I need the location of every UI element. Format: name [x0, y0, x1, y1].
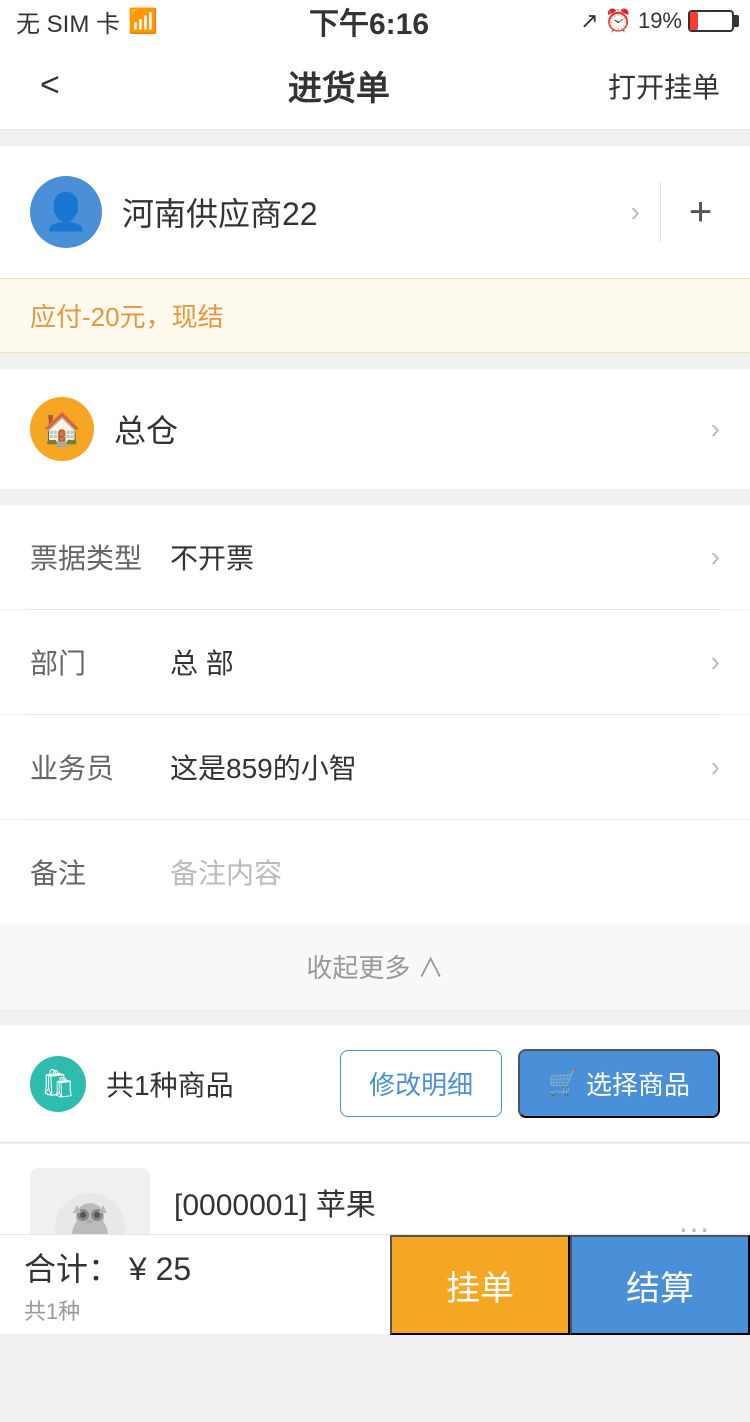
select-product-button[interactable]: 🛒 选择商品	[518, 1049, 720, 1118]
product-id: [0000001]	[174, 1189, 307, 1222]
dept-label: 部门	[30, 642, 170, 682]
product-title: 苹果	[316, 1189, 376, 1222]
nav-bar: < 进货单 打开挂单	[0, 42, 750, 130]
divider-3	[0, 489, 750, 505]
top-divider	[0, 130, 750, 146]
checkout-button[interactable]: 结算	[570, 1235, 750, 1335]
status-bar: 无 SIM 卡 📶 下午6:16 ↗ ⏰ 19%	[0, 0, 750, 42]
staff-row[interactable]: 业务员 这是859的小智 ›	[0, 715, 750, 819]
supplier-avatar: 👤	[30, 176, 102, 248]
divider-2	[0, 353, 750, 369]
product-name: [0000001] 苹果	[174, 1180, 668, 1224]
dept-value: 总 部	[170, 642, 701, 682]
staff-label: 业务员	[30, 747, 170, 787]
total-value: ¥ 25	[129, 1251, 191, 1287]
supplier-chevron-icon: ›	[631, 196, 640, 228]
wifi-icon: 📶	[128, 7, 158, 36]
location-icon: ↗	[580, 8, 598, 34]
total-section: 合计： ¥ 25 共1种	[0, 1235, 390, 1334]
alarm-icon: ⏰	[605, 8, 632, 34]
total-count: 共1种	[24, 1294, 366, 1326]
supplier-info-banner: 应付-20元，现结	[0, 278, 750, 353]
warehouse-chevron-icon: ›	[711, 413, 720, 445]
bottom-bar: 合计： ¥ 25 共1种 挂单 结算	[0, 1234, 750, 1334]
warehouse-name: 总仓	[114, 406, 701, 452]
battery-icon	[688, 10, 734, 32]
dept-chevron-icon: ›	[711, 646, 720, 678]
divider-products	[0, 1142, 750, 1143]
invoice-type-value: 不开票	[170, 537, 701, 577]
total-label: 合计：	[24, 1251, 120, 1287]
add-supplier-button[interactable]: +	[660, 182, 720, 242]
invoice-type-label: 票据类型	[30, 537, 170, 577]
warehouse-row[interactable]: 🏠 总仓 ›	[0, 369, 750, 489]
status-time: 下午6:16	[309, 0, 429, 43]
page-title: 进货单	[288, 61, 390, 110]
collapse-button[interactable]: 收起更多 ∧	[0, 924, 750, 1009]
carrier-label: 无 SIM 卡	[16, 4, 120, 39]
products-header: 🛍 共1种商品 修改明细 🛒 选择商品	[0, 1025, 750, 1142]
hang-button[interactable]: 挂单	[390, 1235, 570, 1335]
staff-value: 这是859的小智	[170, 747, 701, 787]
remark-label: 备注	[30, 852, 170, 892]
supplier-name: 河南供应商22	[122, 189, 621, 235]
edit-detail-button[interactable]: 修改明细	[340, 1050, 502, 1117]
staff-chevron-icon: ›	[711, 751, 720, 783]
remark-row[interactable]: 备注 备注内容	[0, 820, 750, 924]
total-amount: 合计： ¥ 25	[24, 1244, 366, 1290]
remark-placeholder: 备注内容	[170, 852, 720, 892]
invoice-type-row[interactable]: 票据类型 不开票 ›	[0, 505, 750, 609]
cart-icon: 🛒	[548, 1069, 578, 1098]
status-left: 无 SIM 卡 📶	[16, 4, 158, 39]
back-button[interactable]: <	[30, 56, 70, 115]
battery-percent: 19%	[638, 8, 682, 34]
open-hang-button[interactable]: 打开挂单	[608, 66, 720, 106]
divider-4	[0, 1009, 750, 1025]
status-right: ↗ ⏰ 19%	[580, 8, 734, 34]
invoice-chevron-icon: ›	[711, 541, 720, 573]
supplier-row: 👤 河南供应商22 › +	[0, 146, 750, 278]
select-product-label: 选择商品	[586, 1065, 690, 1102]
warehouse-icon-symbol: 🏠	[42, 410, 82, 448]
dept-row[interactable]: 部门 总 部 ›	[0, 610, 750, 714]
products-icon-symbol: 🛍	[40, 1067, 76, 1100]
warehouse-icon: 🏠	[30, 397, 94, 461]
supplier-avatar-icon: 👤	[44, 191, 89, 233]
products-icon: 🛍	[30, 1056, 86, 1112]
products-count: 共1种商品	[106, 1064, 340, 1104]
